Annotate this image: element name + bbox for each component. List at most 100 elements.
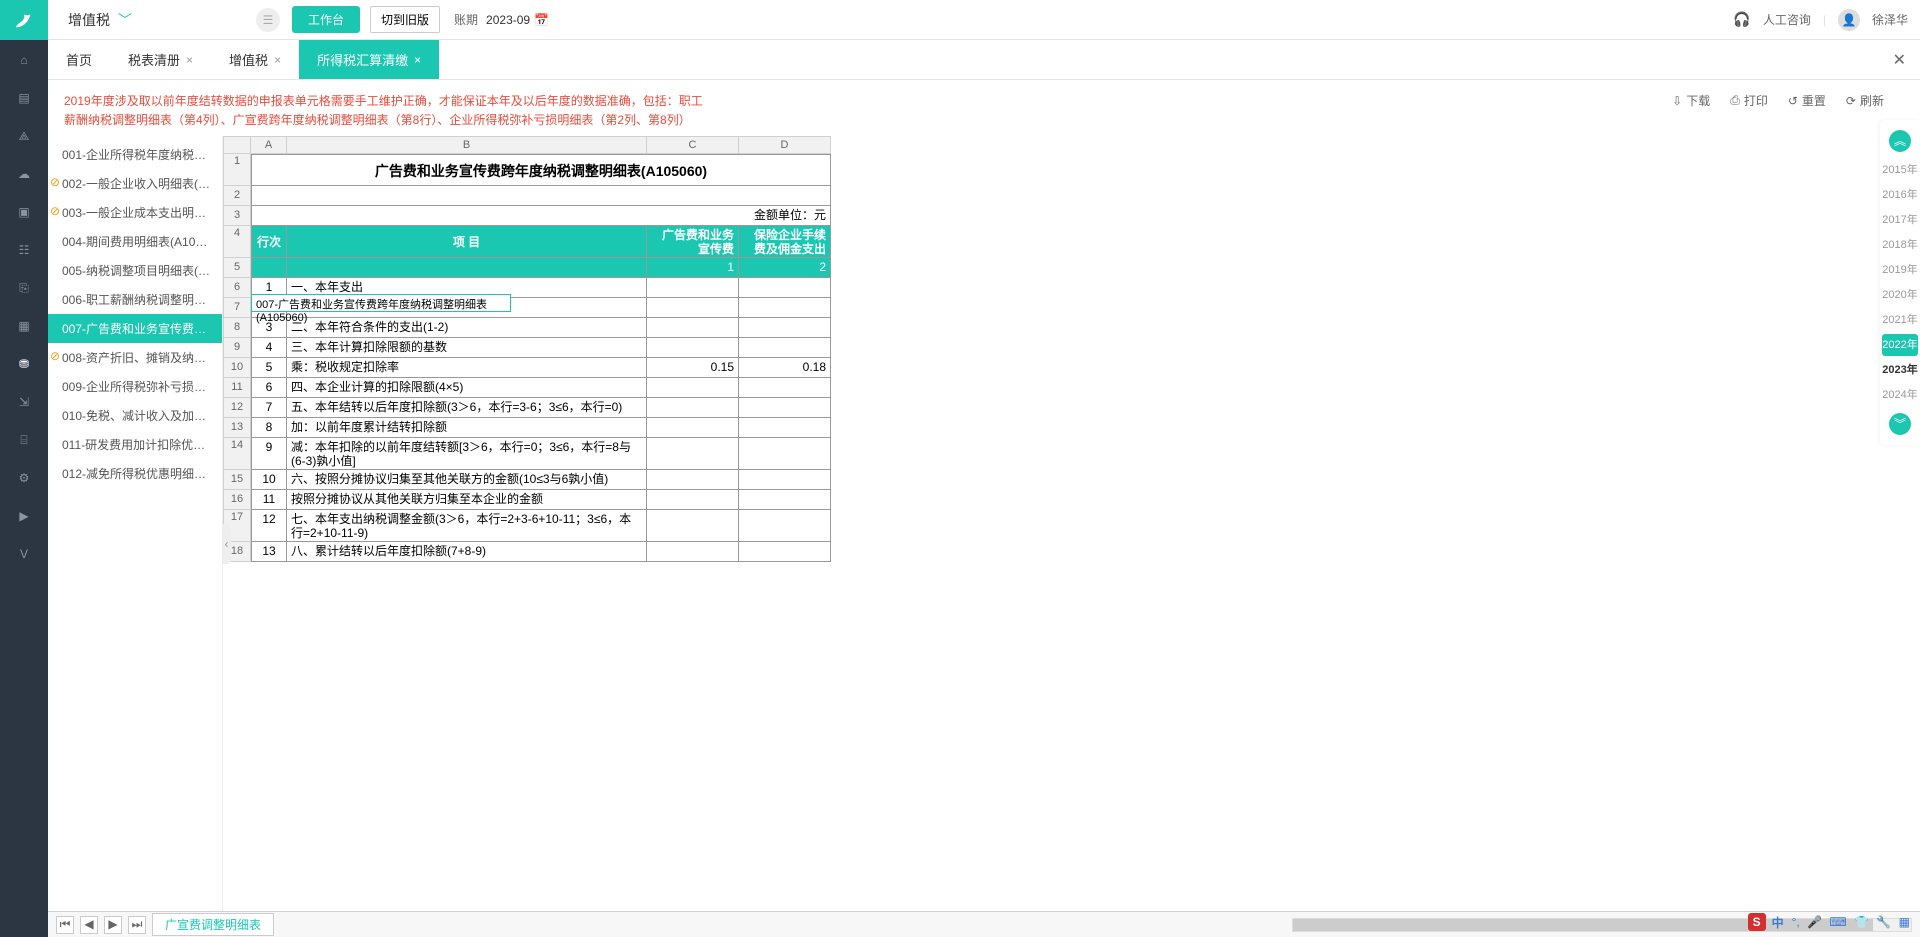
value-cell[interactable] [647,298,739,318]
rail-play-icon[interactable]: ▶ [14,506,34,526]
doc-item[interactable]: 009-企业所得税弥补亏损明... [48,372,222,401]
close-icon[interactable]: × [414,53,421,67]
proj-cell[interactable]: 八、累计结转以后年度扣除额(7+8-9) [287,542,647,562]
line-cell[interactable]: 11 [251,490,287,510]
value-cell[interactable] [647,398,739,418]
row-header[interactable]: 7 [223,298,251,318]
proj-cell[interactable]: 五、本年结转以后年度扣除额(3＞6，本行=3-6；3≤6，本行=0) [287,398,647,418]
sheet-corner[interactable] [223,136,251,154]
collapse-handle[interactable]: ‹ [222,524,231,564]
rail-home-icon[interactable]: ⌂ [14,50,34,70]
sheet-nav-prev[interactable]: ◀ [80,916,98,934]
value-cell[interactable] [647,470,739,490]
value-cell[interactable] [739,398,831,418]
line-cell[interactable]: 5 [251,358,287,378]
line-cell[interactable]: 10 [251,470,287,490]
year-button[interactable]: 2016年 [1882,184,1918,206]
value-cell[interactable] [739,510,831,542]
doc-item[interactable]: 006-职工薪酬纳税调整明细... [48,285,222,314]
app-title-dropdown[interactable]: 增值税 ﹀ [68,10,248,30]
year-button[interactable]: 2021年 [1882,309,1918,331]
value-cell[interactable] [739,278,831,298]
rail-chart-icon[interactable]: ⟁ [14,126,34,146]
row-header[interactable]: 11 [223,378,251,398]
proj-cell[interactable]: 四、本企业计算的扣除限额(4×5) [287,378,647,398]
value-cell[interactable] [739,378,831,398]
rail-v-icon[interactable]: V [14,544,34,564]
consult-link[interactable]: 人工咨询 [1763,11,1811,28]
doc-item[interactable]: 001-企业所得税年度纳税申... [48,140,222,169]
col-header-c[interactable]: C [647,136,739,154]
rail-doc-icon[interactable]: ▤ [14,88,34,108]
ime-punct-icon[interactable]: °, [1792,915,1800,929]
line-cell[interactable]: 4 [251,338,287,358]
value-cell[interactable]: 0.18 [739,358,831,378]
rail-image-icon[interactable]: ▦ [14,316,34,336]
value-cell[interactable] [647,510,739,542]
value-cell[interactable] [739,318,831,338]
sheet[interactable]: A B C D 123456789101112131415161718 广告费和… [223,136,1920,911]
year-button[interactable]: 2020年 [1882,284,1918,306]
proj-cell[interactable]: 二、本年符合条件的支出(1-2) [287,318,647,338]
value-cell[interactable] [647,278,739,298]
value-cell[interactable] [739,470,831,490]
doc-item[interactable]: 005-纳税调整项目明细表(A1... [48,256,222,285]
ime-mode[interactable]: 中 [1772,914,1784,931]
tab-所得税汇算清缴[interactable]: 所得税汇算清缴× [299,40,439,79]
tab-增值税[interactable]: 增值税× [211,40,299,79]
value-cell[interactable] [739,490,831,510]
proj-cell[interactable]: 六、按照分摊协议归集至其他关联方的金额(10≤3与6孰小值) [287,470,647,490]
doc-item[interactable]: 007-广告费和业务宣传费跨... [48,314,222,343]
value-cell[interactable] [647,542,739,562]
value-cell[interactable] [739,542,831,562]
year-button[interactable]: 2019年 [1882,259,1918,281]
proj-cell[interactable]: 三、本年计算扣除限额的基数 [287,338,647,358]
ime-mic-icon[interactable]: 🎤 [1807,915,1822,929]
year-button[interactable]: 2024年 [1882,384,1918,406]
proj-cell[interactable]: 减：本年扣除的以前年度结转额[3＞6，本行=0；3≤6，本行=8与(6-3)孰小… [287,438,647,470]
doc-item[interactable]: 008-资产折旧、摊销及纳税... [48,343,222,372]
print-button[interactable]: ⎙打印 [1730,92,1768,109]
formula-bar[interactable]: 007-广告费和业务宣传费跨年度纳税调整明细表(A105060) [251,294,511,312]
line-cell[interactable]: 8 [251,418,287,438]
rail-tag-icon[interactable]: ⎘ [14,278,34,298]
calendar-icon[interactable]: 📅 [534,13,549,27]
value-cell[interactable] [647,338,739,358]
value-cell[interactable] [739,418,831,438]
rail-stack-icon[interactable]: ⛃ [14,354,34,374]
row-header[interactable]: 6 [223,278,251,298]
row-header[interactable]: 8 [223,318,251,338]
value-cell[interactable] [647,490,739,510]
rail-export-icon[interactable]: ⇲ [14,392,34,412]
value-cell[interactable] [647,418,739,438]
doc-item[interactable]: 012-减免所得税优惠明细表(... [48,459,222,488]
reset-button[interactable]: ↺重置 [1788,92,1826,109]
value-cell[interactable] [647,438,739,470]
avatar[interactable]: 👤 [1838,9,1860,31]
row-header[interactable]: 2 [223,186,251,206]
sheet-tab[interactable]: 广宣费调整明细表 [152,913,274,936]
row-header[interactable]: 4 [223,226,251,258]
username[interactable]: 徐泽华 [1872,11,1908,28]
line-cell[interactable]: 9 [251,438,287,470]
line-cell[interactable]: 13 [251,542,287,562]
doc-item[interactable]: 011-研发费用加计扣除优惠... [48,430,222,459]
proj-cell[interactable]: 乘：税收规定扣除率 [287,358,647,378]
workbench-button[interactable]: 工作台 [292,6,360,33]
value-cell[interactable] [647,318,739,338]
close-icon[interactable]: × [274,53,281,67]
rail-bag-icon[interactable]: ☁ [14,164,34,184]
row-header[interactable]: 3 [223,206,251,226]
download-button[interactable]: ⇩下载 [1672,92,1710,109]
row-header[interactable]: 14 [223,438,251,470]
period-value[interactable]: 2023-09 [486,13,530,27]
year-button[interactable]: 2015年 [1882,159,1918,181]
value-cell[interactable]: 0.15 [647,358,739,378]
rail-clipboard-icon[interactable]: ▣ [14,202,34,222]
sheet-nav-first[interactable]: ⏮ [56,916,74,934]
doc-item[interactable]: 002-一般企业收入明细表(A... [48,169,222,198]
doc-item[interactable]: 004-期间费用明细表(A1040... [48,227,222,256]
close-all-tabs[interactable]: ✕ [1879,40,1920,79]
row-header[interactable]: 1 [223,154,251,186]
logo[interactable] [0,0,48,40]
